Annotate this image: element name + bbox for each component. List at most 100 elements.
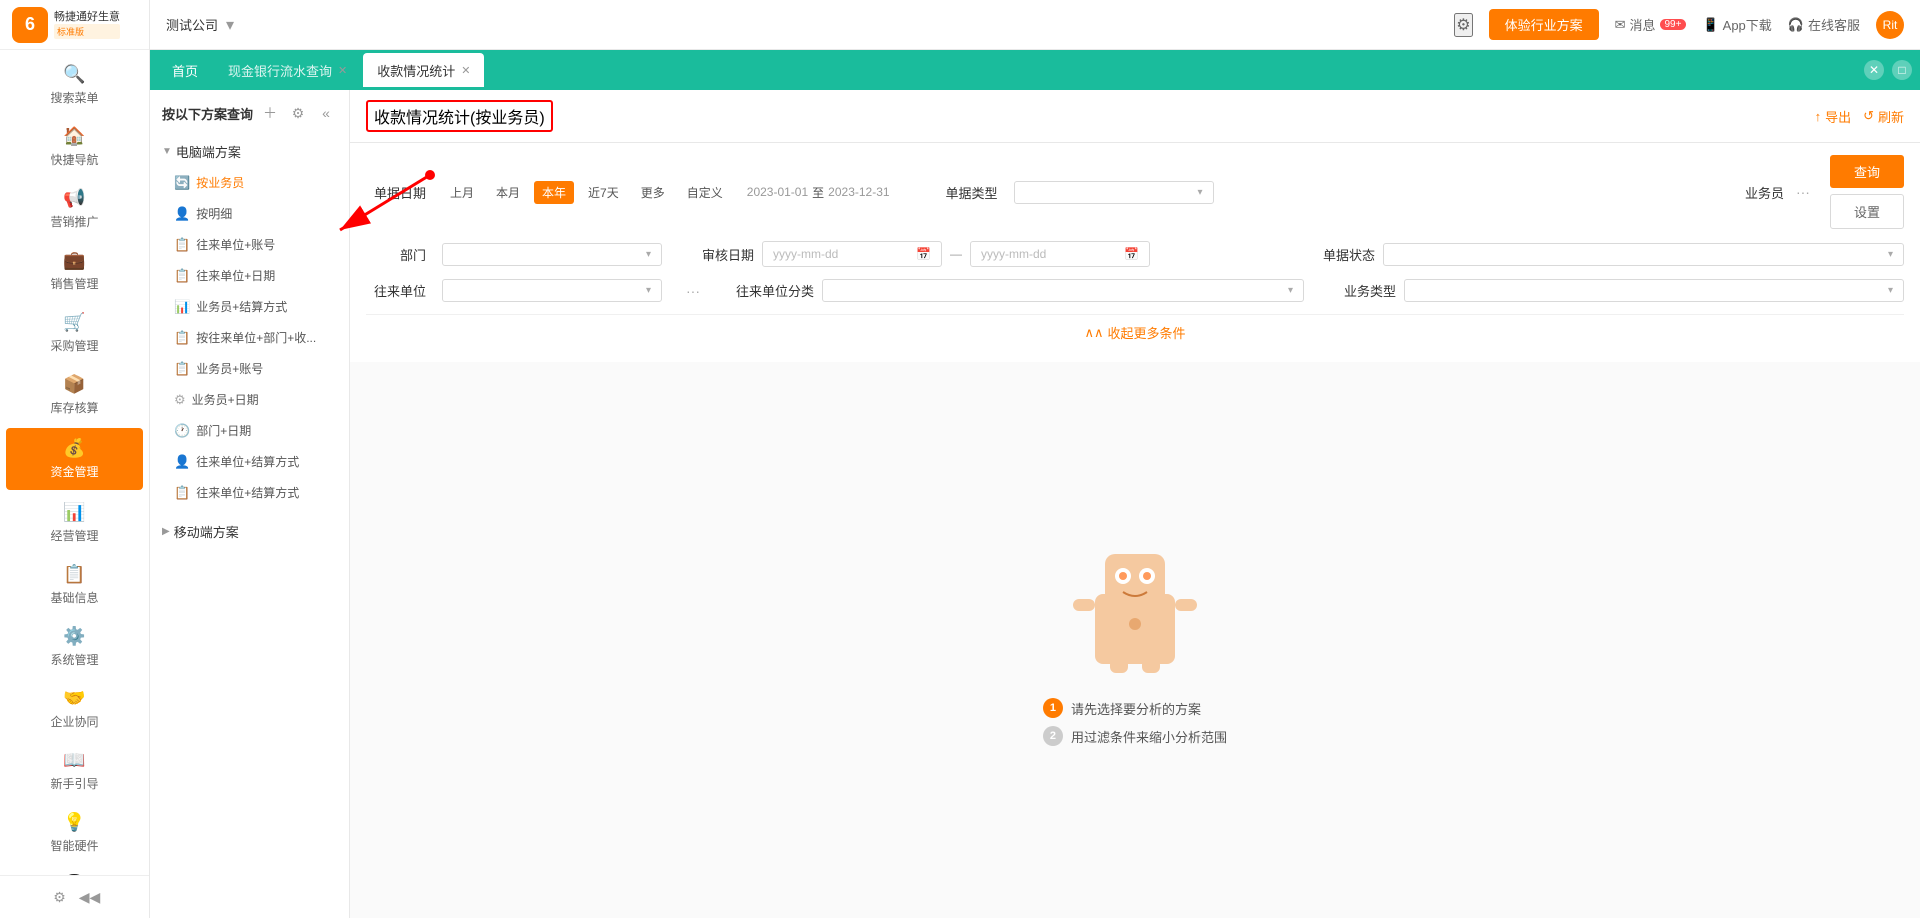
review-date-label: 审核日期 <box>694 245 754 264</box>
date-end[interactable]: 2023-12-31 <box>828 185 889 199</box>
sidebar-nav: 🔍 搜索菜单 🏠 快捷导航 📢 营销推广 💼 销售管理 🛒 采购管理 📦 库存核… <box>0 50 149 875</box>
doc-status-select[interactable]: ▾ <box>1383 243 1904 266</box>
sidebar-item-finance[interactable]: 💰 资金管理 <box>6 428 143 490</box>
chevron-down-icon: ▾ <box>646 285 651 296</box>
refresh-icon: 🔄 <box>174 175 190 191</box>
doc5-icon: 📋 <box>174 485 190 501</box>
date-tab-custom[interactable]: 自定义 <box>679 181 731 204</box>
partner-select[interactable]: ▾ <box>442 279 662 302</box>
chevron-down-icon: ▾ <box>1198 187 1203 198</box>
scheme-item-partner-account[interactable]: 📋 往来单位+账号 <box>150 229 349 260</box>
scheme-item-dept-date[interactable]: 🕐 部门+日期 <box>150 415 349 446</box>
tab-bank-close[interactable]: ✕ <box>338 64 347 77</box>
scheme-item-partner-settlement2[interactable]: 📋 往来单位+结算方式 <box>150 477 349 508</box>
page-header-actions: ↑ 导出 ↺ 刷新 <box>1815 107 1904 126</box>
sidebar-item-quick[interactable]: 🏠 快捷导航 <box>0 116 149 178</box>
review-date-start-input[interactable]: yyyy-mm-dd 📅 <box>762 241 942 267</box>
date-tab-this-month[interactable]: 本月 <box>488 181 528 204</box>
sidebar-item-hardware[interactable]: 💡 智能硬件 <box>0 802 149 864</box>
partner-category-select[interactable]: ▾ <box>822 279 1304 302</box>
sidebar-item-marketing[interactable]: 📢 营销推广 <box>0 178 149 240</box>
date-tab-7days[interactable]: 近7天 <box>580 181 627 204</box>
sidebar-item-label: 搜索菜单 <box>50 89 98 106</box>
scheme-item-label: 业务员+结算方式 <box>196 298 287 315</box>
doc4-icon: 📋 <box>174 361 190 377</box>
sidebar-item-guide[interactable]: 📖 新手引导 <box>0 740 149 802</box>
doc-type-select[interactable]: ▾ <box>1014 181 1214 204</box>
scheme-group-mobile-header[interactable]: ▶ 移动端方案 <box>150 516 349 547</box>
date-tab-more[interactable]: 更多 <box>633 181 673 204</box>
date-tab-this-year[interactable]: 本年 <box>534 181 574 204</box>
sidebar-item-label: 营销推广 <box>50 213 98 230</box>
dept-select[interactable]: ▾ <box>442 243 662 266</box>
tab-home[interactable]: 首页 <box>158 53 212 87</box>
window-maximize-button[interactable]: □ <box>1892 60 1912 80</box>
sidebar-item-label: 智能硬件 <box>50 837 98 854</box>
scheme-item-partner-settlement1[interactable]: 👤 往来单位+结算方式 <box>150 446 349 477</box>
salesman-label: 业务员 <box>1724 183 1784 202</box>
sidebar-item-purchase[interactable]: 🛒 采购管理 <box>0 302 149 364</box>
sidebar-item-sales[interactable]: 💼 销售管理 <box>0 240 149 302</box>
app-download-button[interactable]: 📱 App下载 <box>1702 15 1771 34</box>
sidebar-item-label: 基础信息 <box>50 589 98 606</box>
scheme-item-salesman-settlement[interactable]: 📊 业务员+结算方式 <box>150 291 349 322</box>
sidebar-settings-button[interactable]: ⚙ <box>49 886 71 908</box>
scheme-item-label: 往来单位+结算方式 <box>196 453 299 470</box>
sidebar-item-search[interactable]: 🔍 搜索菜单 <box>0 54 149 116</box>
sidebar-item-wechat[interactable]: 💬 企业微信 <box>0 864 149 875</box>
scheme-settings-button[interactable]: ⚙ <box>287 102 309 124</box>
collapse-bar[interactable]: ∧∧ 收起更多条件 <box>366 314 1904 350</box>
enterprise-icon: 🤝 <box>63 688 85 709</box>
message-button[interactable]: ✉ 消息 99+ <box>1615 15 1687 34</box>
chart-icon: 📊 <box>174 299 190 315</box>
settings-button[interactable]: 设置 <box>1830 194 1904 229</box>
scheme-item-by-detail[interactable]: 👤 按明细 <box>150 198 349 229</box>
scheme-item-partner-date[interactable]: 📋 往来单位+日期 <box>150 260 349 291</box>
partner-dots-button[interactable]: ··· <box>682 283 704 299</box>
query-button[interactable]: 查询 <box>1830 155 1904 188</box>
hint-text-1: 请先选择要分析的方案 <box>1071 699 1201 718</box>
collapse-panel-button[interactable]: « <box>315 102 337 124</box>
tab-receipt[interactable]: 收款情况统计 ✕ <box>363 53 484 87</box>
logo-text: 畅捷通好生意 <box>54 10 120 24</box>
tab-receipt-close[interactable]: ✕ <box>461 64 470 77</box>
date-tab-last-month[interactable]: 上月 <box>442 181 482 204</box>
sidebar-collapse-button[interactable]: ◀◀ <box>79 886 101 908</box>
sidebar-item-enterprise[interactable]: 🤝 企业协同 <box>0 678 149 740</box>
biz-type-select[interactable]: ▾ <box>1404 279 1904 302</box>
sidebar-item-inventory[interactable]: 📦 库存核算 <box>0 364 149 426</box>
left-panel-title: 按以下方案查询 <box>162 104 253 123</box>
sidebar-item-operation[interactable]: 📊 经营管理 <box>0 492 149 554</box>
scheme-item-by-salesman[interactable]: 🔄 按业务员 <box>150 167 349 198</box>
add-scheme-button[interactable]: ＋ <box>259 102 281 124</box>
sidebar-item-label: 系统管理 <box>50 651 98 668</box>
window-close-button[interactable]: ✕ <box>1864 60 1884 80</box>
chevron-down-icon: ▾ <box>1288 285 1293 296</box>
date-separator: 至 <box>812 184 824 201</box>
topbar-gear-button[interactable]: ⚙ <box>1454 13 1472 37</box>
main-area: 测试公司 ▾ ⚙ 体验行业方案 ✉ 消息 99+ 📱 App下载 🎧 在线客服 … <box>150 0 1920 918</box>
tab-bank-label: 现金银行流水查询 <box>228 61 332 80</box>
trial-button[interactable]: 体验行业方案 <box>1489 9 1599 40</box>
scheme-group-label: 电脑端方案 <box>176 142 241 161</box>
scheme-item-salesman-account[interactable]: 📋 业务员+账号 <box>150 353 349 384</box>
online-service-button[interactable]: 🎧 在线客服 <box>1788 15 1860 34</box>
scheme-item-salesman-date[interactable]: ⚙ 业务员+日期 <box>150 384 349 415</box>
sidebar-item-basic[interactable]: 📋 基础信息 <box>0 554 149 616</box>
marketing-icon: 📢 <box>63 188 85 209</box>
export-label: 导出 <box>1825 107 1851 126</box>
review-date-end-input[interactable]: yyyy-mm-dd 📅 <box>970 241 1150 267</box>
dept-label: 部门 <box>366 245 426 264</box>
doc3-icon: 📋 <box>174 330 190 346</box>
sidebar-item-system[interactable]: ⚙️ 系统管理 <box>0 616 149 678</box>
filter-row-2: 部门 ▾ 审核日期 yyyy-mm-dd 📅 — yyyy-mm-dd <box>366 241 1904 267</box>
scheme-item-by-partner-dept[interactable]: 📋 按往来单位+部门+收... <box>150 322 349 353</box>
refresh-button[interactable]: ↺ 刷新 <box>1863 107 1904 126</box>
salesman-dots-button[interactable]: ··· <box>1792 184 1814 200</box>
dropdown-icon[interactable]: ▾ <box>226 15 234 35</box>
tab-bank[interactable]: 现金银行流水查询 ✕ <box>214 53 361 87</box>
avatar[interactable]: Rit <box>1876 11 1904 39</box>
export-button[interactable]: ↑ 导出 <box>1815 107 1852 126</box>
date-start[interactable]: 2023-01-01 <box>747 185 808 199</box>
scheme-group-desktop-header[interactable]: ▼ 电脑端方案 <box>150 136 349 167</box>
